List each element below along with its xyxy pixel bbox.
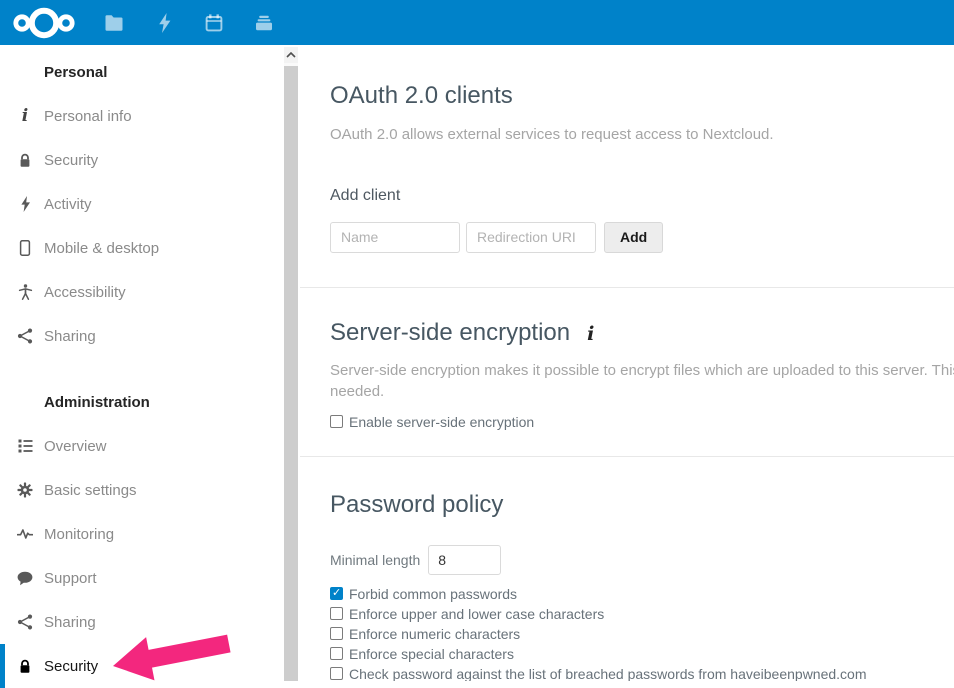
encryption-section: Server-side encryptioni Server-side encr… bbox=[300, 288, 954, 431]
checkbox-label: Enforce special characters bbox=[349, 646, 514, 662]
sidebar-item-label: Personal info bbox=[44, 108, 132, 125]
password-policy-title: Password policy bbox=[330, 491, 954, 519]
sidebar-item-personal-sharing[interactable]: Sharing bbox=[0, 314, 300, 358]
top-header bbox=[0, 0, 954, 45]
password-policy-checkboxes: Forbid common passwords Enforce upper an… bbox=[330, 584, 954, 681]
encryption-description-line2: needed. bbox=[330, 381, 954, 402]
minimal-length-input[interactable] bbox=[428, 545, 501, 575]
sidebar-item-admin-sharing[interactable]: Sharing bbox=[0, 600, 300, 644]
sidebar-item-admin-security[interactable]: Security bbox=[0, 644, 300, 688]
gear-icon bbox=[17, 482, 33, 498]
nextcloud-logo[interactable] bbox=[12, 6, 76, 40]
enable-encryption-checkbox[interactable] bbox=[330, 415, 343, 428]
sidebar-item-label: Basic settings bbox=[44, 482, 137, 499]
checkbox-label: Enforce numeric characters bbox=[349, 626, 520, 642]
share-icon bbox=[17, 614, 33, 630]
sidebar-item-label: Mobile & desktop bbox=[44, 240, 159, 257]
redirection-uri-input[interactable] bbox=[466, 222, 596, 253]
sidebar-item-basic-settings[interactable]: Basic settings bbox=[0, 468, 300, 512]
sidebar-item-mobile-desktop[interactable]: Mobile & desktop bbox=[0, 226, 300, 270]
phone-icon bbox=[17, 240, 33, 256]
check-breached-passwords-row[interactable]: Check password against the list of breac… bbox=[330, 664, 954, 681]
sidebar-item-monitoring[interactable]: Monitoring bbox=[0, 512, 300, 556]
security-settings-content: OAuth 2.0 clients OAuth 2.0 allows exter… bbox=[300, 45, 954, 681]
sidebar-item-personal-info[interactable]: i Personal info bbox=[0, 94, 300, 138]
enable-encryption-label: Enable server-side encryption bbox=[349, 414, 534, 430]
scrollbar-up-button[interactable] bbox=[284, 47, 298, 63]
sidebar-item-label: Monitoring bbox=[44, 526, 114, 543]
sidebar-item-label: Sharing bbox=[44, 614, 96, 631]
deck-icon[interactable] bbox=[254, 13, 274, 33]
enforce-upper-lower-checkbox[interactable] bbox=[330, 607, 343, 620]
sidebar-item-activity[interactable]: Activity bbox=[0, 182, 300, 226]
app-navigation bbox=[104, 13, 274, 33]
client-name-input[interactable] bbox=[330, 222, 460, 253]
enforce-numeric-checkbox[interactable] bbox=[330, 627, 343, 640]
minimal-length-label: Minimal length bbox=[330, 552, 420, 568]
oauth-section: OAuth 2.0 clients OAuth 2.0 allows exter… bbox=[300, 45, 954, 253]
add-client-form: Add bbox=[330, 222, 954, 253]
sidebar-item-personal-security[interactable]: Security bbox=[0, 138, 300, 182]
password-policy-section: Password policy Minimal length Forbid co… bbox=[300, 457, 954, 681]
sidebar-item-overview[interactable]: Overview bbox=[0, 424, 300, 468]
enforce-upper-lower-row[interactable]: Enforce upper and lower case characters bbox=[330, 604, 954, 624]
sidebar-section-personal: Personal bbox=[0, 50, 300, 94]
share-icon bbox=[17, 328, 33, 344]
pulse-icon bbox=[17, 526, 33, 542]
lock-icon bbox=[17, 658, 33, 674]
sidebar-item-accessibility[interactable]: Accessibility bbox=[0, 270, 300, 314]
sidebar-item-support[interactable]: Support bbox=[0, 556, 300, 600]
encryption-title: Server-side encryptioni bbox=[330, 319, 954, 347]
lightning-icon bbox=[17, 196, 33, 212]
chat-bubble-icon bbox=[17, 570, 33, 586]
oauth-title: OAuth 2.0 clients bbox=[330, 82, 954, 110]
sidebar-item-label: Security bbox=[44, 658, 98, 675]
add-client-button[interactable]: Add bbox=[604, 222, 663, 253]
info-icon: i bbox=[17, 108, 33, 124]
scrollbar-thumb[interactable] bbox=[284, 66, 298, 681]
folder-icon[interactable] bbox=[104, 13, 124, 33]
settings-sidebar: Personal i Personal info Security Activi… bbox=[0, 45, 300, 681]
sidebar-item-label: Accessibility bbox=[44, 284, 126, 301]
checkbox-label: Check password against the list of breac… bbox=[349, 666, 867, 681]
enforce-numeric-row[interactable]: Enforce numeric characters bbox=[330, 624, 954, 644]
check-breached-passwords-checkbox[interactable] bbox=[330, 667, 343, 680]
sidebar-item-label: Overview bbox=[44, 438, 107, 455]
sidebar-scrollbar[interactable] bbox=[284, 47, 298, 681]
list-icon bbox=[17, 438, 33, 454]
forbid-common-passwords-row[interactable]: Forbid common passwords bbox=[330, 584, 954, 604]
sidebar-section-administration: Administration bbox=[0, 380, 300, 424]
enable-encryption-checkbox-row[interactable]: Enable server-side encryption bbox=[330, 413, 954, 430]
checkbox-label: Forbid common passwords bbox=[349, 586, 517, 602]
enforce-special-checkbox[interactable] bbox=[330, 647, 343, 660]
forbid-common-passwords-checkbox[interactable] bbox=[330, 587, 343, 600]
sidebar-item-label: Support bbox=[44, 570, 97, 587]
oauth-description: OAuth 2.0 allows external services to re… bbox=[330, 124, 954, 145]
checkbox-label: Enforce upper and lower case characters bbox=[349, 606, 604, 622]
add-client-label: Add client bbox=[330, 185, 954, 207]
sidebar-item-label: Security bbox=[44, 152, 98, 169]
lock-icon bbox=[17, 152, 33, 168]
encryption-description-line1: Server-side encryption makes it possible… bbox=[330, 360, 954, 381]
accessibility-icon bbox=[17, 284, 33, 300]
lightning-icon[interactable] bbox=[154, 13, 174, 33]
sidebar-item-label: Activity bbox=[44, 196, 92, 213]
enforce-special-row[interactable]: Enforce special characters bbox=[330, 644, 954, 664]
info-icon[interactable]: i bbox=[587, 323, 594, 345]
calendar-icon[interactable] bbox=[204, 13, 224, 33]
sidebar-item-label: Sharing bbox=[44, 328, 96, 345]
minimal-length-row: Minimal length bbox=[330, 545, 954, 575]
